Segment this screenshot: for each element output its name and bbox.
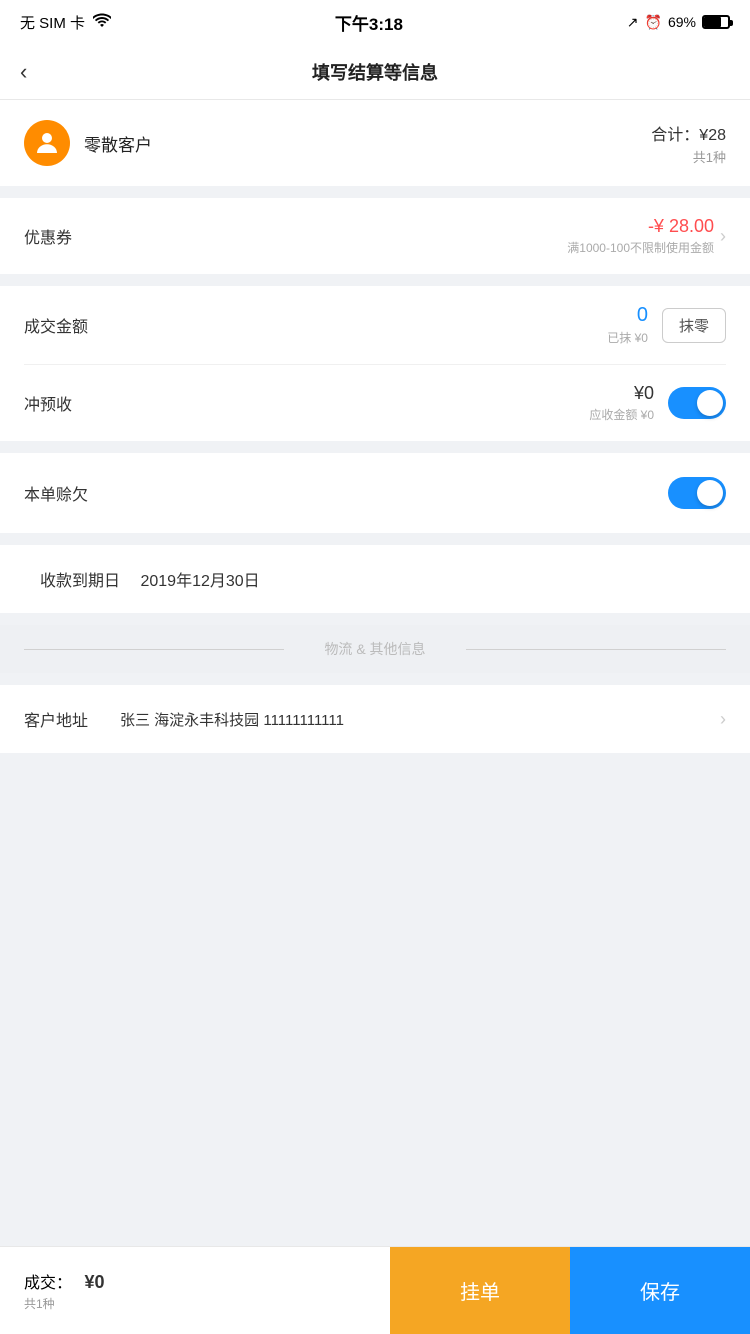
debt-toggle[interactable]	[668, 477, 726, 509]
already-rounded: 已抹 ¥0	[607, 329, 648, 346]
bottom-deal-label: 成交：	[24, 1275, 72, 1292]
bottom-deal-row: 成交： ¥0	[24, 1269, 366, 1293]
bottom-deal-amount: ¥0	[84, 1272, 104, 1292]
hold-button[interactable]: 挂单	[390, 1247, 570, 1334]
battery-icon	[702, 15, 730, 29]
customer-avatar	[24, 120, 70, 166]
customer-total: 合计：¥28	[651, 121, 726, 145]
due-date-content: 收款到期日 2019年12月30日	[24, 567, 726, 591]
coupon-info: -¥ 28.00 满1000-100不限制使用金额	[567, 216, 714, 256]
coupon-right: -¥ 28.00 满1000-100不限制使用金额 ›	[567, 216, 726, 256]
charge-amount: ¥0	[589, 383, 654, 404]
battery-text: 69%	[668, 14, 696, 30]
coupon-section[interactable]: 优惠券 -¥ 28.00 满1000-100不限制使用金额 ›	[0, 198, 750, 274]
bottom-info: 成交： ¥0 共1种	[0, 1269, 390, 1312]
save-button[interactable]: 保存	[570, 1247, 750, 1334]
address-section[interactable]: 客户地址 张三 海淀永丰科技园 11111111111 ›	[0, 685, 750, 753]
charge-sub: 应收金额 ¥0	[589, 406, 654, 423]
transaction-section: 成交金额 0 已抹 ¥0 抹零 冲预收 ¥0 应收金额 ¥0	[0, 286, 750, 441]
status-right: ↗ ⏰ 69%	[627, 14, 730, 31]
back-button[interactable]: ‹	[20, 59, 27, 85]
due-date-label: 收款到期日	[40, 573, 120, 590]
amount-row: 成交金额 0 已抹 ¥0 抹零	[24, 286, 726, 365]
debt-label: 本单赊欠	[24, 481, 88, 505]
coupon-label: 优惠券	[24, 224, 72, 248]
due-date-value: 2019年12月30日	[140, 573, 259, 590]
wifi-icon	[93, 13, 111, 31]
charge-row: 冲预收 ¥0 应收金额 ¥0	[24, 365, 726, 441]
due-date-section: 收款到期日 2019年12月30日	[0, 545, 750, 613]
customer-left: 零散客户	[24, 120, 152, 166]
round-button[interactable]: 抹零	[662, 308, 726, 343]
customer-count: 共1种	[651, 147, 726, 166]
status-time: 下午3:18	[335, 10, 403, 35]
debt-section: 本单赊欠	[0, 453, 750, 533]
address-value: 张三 海淀永丰科技园 11111111111	[120, 709, 720, 730]
address-label: 客户地址	[24, 707, 104, 731]
divider-line-right	[466, 649, 726, 650]
amount-label: 成交金额	[24, 313, 88, 337]
divider-text: 物流 & 其他信息	[324, 639, 425, 659]
coupon-desc: 满1000-100不限制使用金额	[567, 239, 714, 256]
location-icon: ↗	[627, 14, 639, 31]
nav-bar: ‹ 填写结算等信息	[0, 44, 750, 100]
alarm-icon: ⏰	[645, 14, 662, 31]
divider-line-left	[24, 649, 284, 650]
no-sim-text: 无 SIM 卡	[20, 12, 85, 33]
amount-input[interactable]: 0	[607, 304, 648, 327]
coupon-arrow-icon: ›	[720, 226, 726, 247]
user-icon	[32, 128, 62, 158]
charge-toggle[interactable]	[668, 387, 726, 419]
customer-section: 零散客户 合计：¥28 共1种	[0, 100, 750, 186]
toggle-knob	[697, 390, 723, 416]
customer-summary: 合计：¥28 共1种	[651, 121, 726, 166]
status-bar: 无 SIM 卡 下午3:18 ↗ ⏰ 69%	[0, 0, 750, 44]
bottom-bar: 成交： ¥0 共1种 挂单 保存	[0, 1246, 750, 1334]
charge-amount-wrap: ¥0 应收金额 ¥0	[589, 383, 654, 423]
amount-right: 0 已抹 ¥0 抹零	[607, 304, 726, 346]
bottom-count: 共1种	[24, 1295, 366, 1312]
charge-right: ¥0 应收金额 ¥0	[589, 383, 726, 423]
charge-label: 冲预收	[24, 391, 72, 415]
amount-value-wrap: 0 已抹 ¥0	[607, 304, 648, 346]
main-content: 零散客户 合计：¥28 共1种 优惠券 -¥ 28.00 满1000-100不限…	[0, 100, 750, 865]
customer-name: 零散客户	[84, 131, 152, 156]
coupon-discount: -¥ 28.00	[567, 216, 714, 237]
status-left: 无 SIM 卡	[20, 12, 111, 33]
debt-row: 本单赊欠	[24, 453, 726, 533]
page-title: 填写结算等信息	[312, 59, 438, 85]
debt-toggle-knob	[697, 480, 723, 506]
section-divider: 物流 & 其他信息	[0, 625, 750, 673]
address-arrow-icon: ›	[720, 709, 726, 730]
